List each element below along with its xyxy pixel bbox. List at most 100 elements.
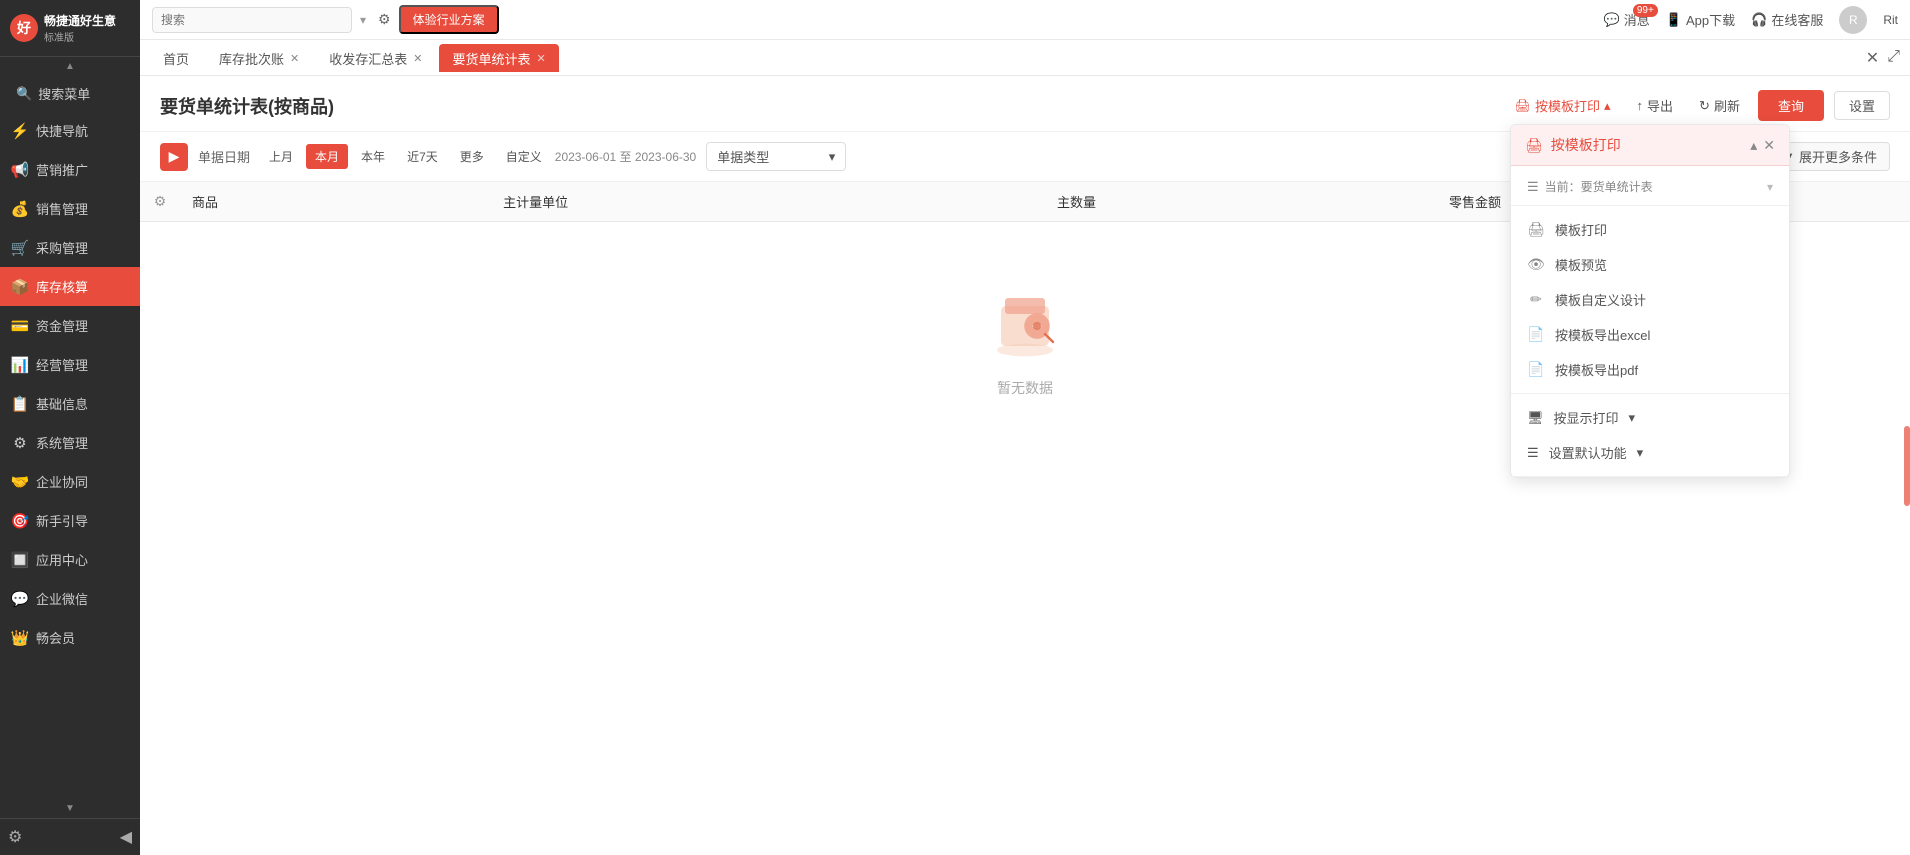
sidebar-item-basic[interactable]: 📋 基础信息	[0, 384, 140, 423]
display-print-icon: 🖥	[1527, 410, 1544, 426]
window-maximize-icon[interactable]: ⤢	[1887, 48, 1900, 68]
sidebar-item-appstore[interactable]: 🔲 应用中心	[0, 540, 140, 579]
export-button[interactable]: ↑ 导出	[1629, 92, 1682, 119]
date-btn-more[interactable]: 更多	[451, 144, 493, 169]
current-template-icon: ☰	[1527, 179, 1539, 195]
topbar-gear-icon[interactable]: ⚙	[378, 11, 391, 28]
date-btn-current-month[interactable]: 本月	[306, 144, 348, 169]
tab-batch-account-close[interactable]: ✕	[290, 52, 299, 65]
sidebar-item-finance[interactable]: 💳 资金管理	[0, 306, 140, 345]
print-template-chevron-up: ▴	[1604, 98, 1611, 114]
sidebar-bottom: ⚙ ◀	[0, 818, 140, 855]
appstore-icon: 🔲	[10, 551, 30, 569]
sidebar-item-vip[interactable]: 👑 畅会员	[0, 618, 140, 657]
topbar-search-input[interactable]	[152, 7, 352, 33]
dropdown-items-section: 🖨 模板打印 👁 模板预览 ✏ 模板自定义设计 📄 按模板导出excel 📄	[1511, 206, 1789, 394]
topbar-username[interactable]: Rit	[1883, 13, 1898, 27]
tab-order-stats-close[interactable]: ✕	[537, 52, 546, 65]
sidebar-search[interactable]: 🔍 搜索菜单	[0, 76, 140, 111]
basic-icon: 📋	[10, 395, 30, 413]
logo-icon: 好	[10, 14, 38, 42]
logo-text: 畅捷通好生意 标准版	[44, 12, 116, 44]
date-btn-current-year[interactable]: 本年	[352, 144, 394, 169]
collab-icon: 🤝	[10, 473, 30, 491]
sidebar-collapse-icon[interactable]: ◀	[120, 827, 132, 847]
dropdown-sub-section: 🖥 按显示打印 ▾ ☰ 设置默认功能 ▾	[1511, 394, 1789, 477]
tabs-window-buttons: ✕ ⤢	[1866, 48, 1900, 68]
sidebar-item-inventory[interactable]: 📦 库存核算	[0, 267, 140, 306]
dropdown-close-icon[interactable]: ✕	[1763, 137, 1775, 154]
query-button[interactable]: 查询	[1758, 90, 1824, 121]
dropdown-display-print[interactable]: 🖥 按显示打印 ▾	[1511, 400, 1789, 435]
tab-home[interactable]: 首页	[150, 44, 202, 72]
dropdown-item-template-custom[interactable]: ✏ 模板自定义设计	[1511, 282, 1789, 317]
dropdown-header: 🖨 按模板打印 ▴ ✕	[1511, 125, 1789, 166]
page-actions: 🖨 按模板打印 ▴ ↑ 导出 ↻ 刷新 查询 设置	[1506, 90, 1890, 121]
topbar-trial-button[interactable]: 体验行业方案	[399, 5, 499, 34]
print-template-button[interactable]: 🖨 按模板打印 ▴	[1506, 92, 1618, 119]
empty-text: 暂无数据	[997, 378, 1053, 398]
topbar-avatar[interactable]: R	[1839, 6, 1867, 34]
set-default-arrow: ▾	[1637, 445, 1644, 461]
sidebar-scroll-up[interactable]: ▲	[0, 57, 140, 76]
inventory-icon: 📦	[10, 278, 30, 296]
sidebar-settings-icon[interactable]: ⚙	[8, 827, 22, 847]
date-btn-last-7days[interactable]: 近7天	[398, 144, 447, 169]
filter-doc-type-select[interactable]: 单据类型 ▾	[706, 142, 846, 171]
dropdown-item-export-pdf[interactable]: 📄 按模板导出pdf	[1511, 352, 1789, 387]
sidebar-item-sales[interactable]: 💰 销售管理	[0, 189, 140, 228]
display-print-arrow: ▾	[1629, 410, 1636, 426]
sidebar-item-collab[interactable]: 🤝 企业协同	[0, 462, 140, 501]
dropdown-item-template-print[interactable]: 🖨 模板打印	[1511, 212, 1789, 247]
tab-order-stats[interactable]: 要货单统计表 ✕	[439, 44, 558, 72]
window-close-icon[interactable]: ✕	[1866, 48, 1879, 68]
sidebar-item-marketing[interactable]: 📢 营销推广	[0, 150, 140, 189]
print-template-icon: 🖨	[1514, 98, 1531, 114]
dropdown-set-default[interactable]: ☰ 设置默认功能 ▾	[1511, 435, 1789, 470]
topbar-message[interactable]: 💬 消息 99+	[1604, 10, 1650, 29]
right-scrollbar[interactable]	[1904, 426, 1910, 506]
print-dropdown-panel: 🖨 按模板打印 ▴ ✕ ☰ 当前：要货单统计表 ▾ 🖨	[1510, 124, 1790, 478]
page-content: 要货单统计表(按商品) 🖨 按模板打印 ▴ ↑ 导出 ↻ 刷新	[140, 76, 1910, 855]
dropdown-item-export-excel[interactable]: 📄 按模板导出excel	[1511, 317, 1789, 352]
sidebar-item-system[interactable]: ⚙ 系统管理	[0, 423, 140, 462]
filter-toggle[interactable]: ▶	[160, 143, 188, 171]
dropdown-header-left: 🖨 按模板打印	[1525, 135, 1621, 155]
sidebar-item-quick-nav[interactable]: ⚡ 快捷导航	[0, 111, 140, 150]
current-template-chevron[interactable]: ▾	[1767, 180, 1773, 194]
date-btn-custom[interactable]: 自定义	[497, 144, 551, 169]
dropdown-item-template-preview[interactable]: 👁 模板预览	[1511, 247, 1789, 282]
sidebar-logo: 好 畅捷通好生意 标准版	[0, 0, 140, 57]
quick-nav-icon: ⚡	[10, 122, 30, 140]
date-btn-prev-month[interactable]: 上月	[260, 144, 302, 169]
set-default-icon: ☰	[1527, 445, 1539, 461]
topbar-online-service[interactable]: 🎧 在线客服	[1751, 10, 1823, 29]
tabs-bar: 首页 库存批次账 ✕ 收发存汇总表 ✕ 要货单统计表 ✕ ✕ ⤢	[140, 40, 1910, 76]
sidebar-scroll-down[interactable]: ▼	[0, 799, 140, 818]
topbar-app-download[interactable]: 📱 App下载	[1666, 10, 1735, 29]
tab-receipt-summary[interactable]: 收发存汇总表 ✕	[316, 44, 435, 72]
message-badge: 99+	[1633, 4, 1658, 17]
th-settings: ⚙	[140, 182, 180, 222]
purchase-icon: 🛒	[10, 239, 30, 257]
sidebar-item-wechat[interactable]: 💬 企业微信	[0, 579, 140, 618]
dropdown-chevron-up[interactable]: ▴	[1750, 137, 1757, 154]
settings-button[interactable]: 设置	[1834, 91, 1890, 120]
topbar-search-chevron[interactable]: ▾	[360, 13, 366, 27]
guide-icon: 🎯	[10, 512, 30, 530]
tab-batch-account[interactable]: 库存批次账 ✕	[206, 44, 312, 72]
vip-icon: 👑	[10, 629, 30, 647]
online-service-icon: 🎧	[1751, 12, 1767, 28]
system-icon: ⚙	[10, 434, 30, 452]
sidebar-item-guide[interactable]: 🎯 新手引导	[0, 501, 140, 540]
template-custom-icon: ✏	[1527, 291, 1545, 308]
refresh-button[interactable]: ↻ 刷新	[1691, 92, 1748, 119]
tab-receipt-summary-close[interactable]: ✕	[413, 52, 422, 65]
th-unit: 主计量单位	[491, 182, 1045, 222]
sidebar-item-operation[interactable]: 📊 经营管理	[0, 345, 140, 384]
sales-icon: 💰	[10, 200, 30, 218]
table-settings-icon[interactable]: ⚙	[154, 193, 167, 209]
empty-icon	[975, 282, 1075, 362]
marketing-icon: 📢	[10, 161, 30, 179]
sidebar-item-purchase[interactable]: 🛒 采购管理	[0, 228, 140, 267]
